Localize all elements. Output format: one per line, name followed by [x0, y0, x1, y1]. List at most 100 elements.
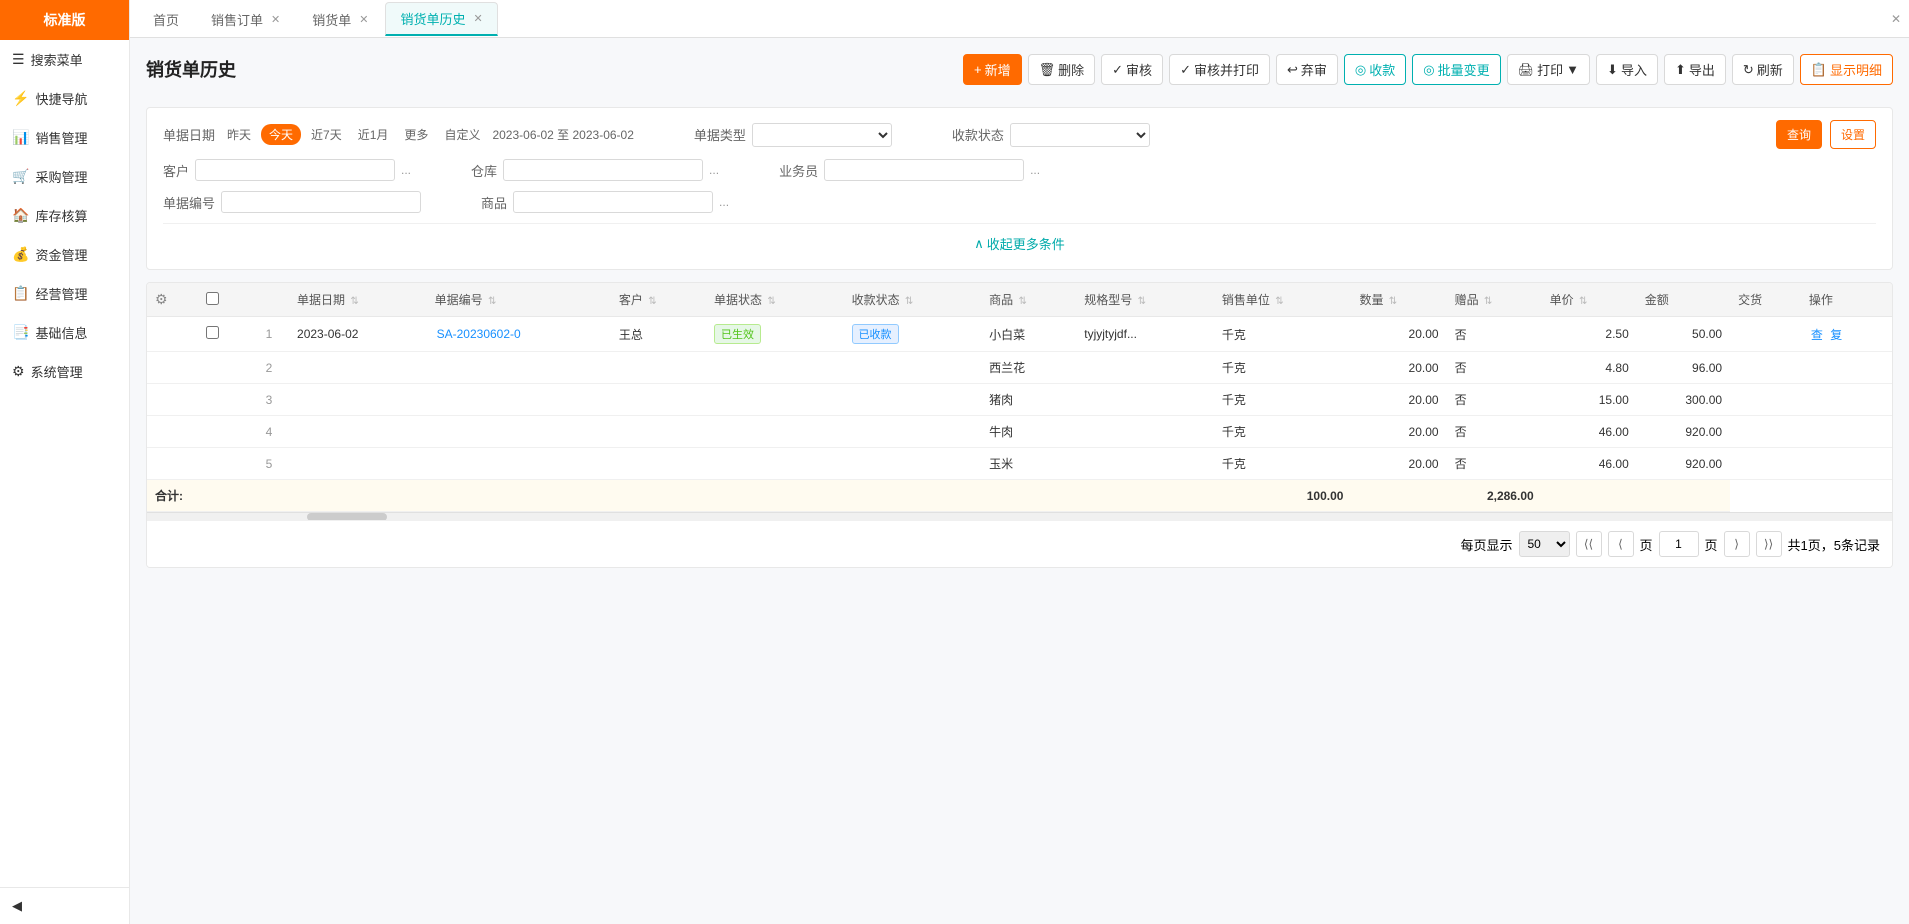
doc-number-input[interactable] — [221, 191, 421, 213]
date-btn-7days[interactable]: 近7天 — [305, 124, 348, 145]
salesperson-dots[interactable]: ... — [1030, 163, 1040, 177]
show-detail-button[interactable]: 📋 显示明细 — [1800, 54, 1893, 85]
row-actions — [1801, 352, 1892, 384]
refresh-button[interactable]: ↻ 刷新 — [1732, 54, 1794, 85]
th-checkbox[interactable] — [198, 283, 249, 317]
row-checkbox[interactable] — [198, 448, 249, 480]
row-select-checkbox[interactable] — [206, 326, 219, 339]
row-doc-number[interactable]: SA-20230602-0 — [427, 317, 611, 352]
audit-button[interactable]: ✓ 审核 — [1101, 54, 1163, 85]
search-menu-icon: ☰ — [12, 51, 25, 68]
prev-page-button[interactable]: ⟨ — [1608, 531, 1634, 557]
row-checkbox[interactable] — [198, 384, 249, 416]
th-settings[interactable]: ⚙ — [147, 283, 198, 317]
th-unit[interactable]: 销售单位 ⇅ — [1214, 283, 1352, 317]
row-gift: 否 — [1447, 352, 1542, 384]
sidebar-item-quick-nav[interactable]: ⚡ 快捷导航 — [0, 79, 129, 118]
goods-input[interactable] — [513, 191, 713, 213]
row-gift: 否 — [1447, 317, 1542, 352]
row-doc-number[interactable] — [427, 448, 611, 480]
th-spec[interactable]: 规格型号 ⇅ — [1076, 283, 1214, 317]
next-page-button[interactable]: ⟩ — [1724, 531, 1750, 557]
settings-button[interactable]: 设置 — [1830, 120, 1876, 149]
row-doc-number[interactable] — [427, 384, 611, 416]
tab-sales-delivery[interactable]: 销货单 ✕ — [297, 3, 383, 35]
date-btn-custom[interactable]: 自定义 — [438, 124, 486, 145]
batch-change-button[interactable]: ◎ 批量变更 — [1412, 54, 1500, 85]
date-btn-1month[interactable]: 近1月 — [352, 124, 395, 145]
sidebar-collapse-btn[interactable]: ◀ — [0, 888, 129, 924]
date-btn-yesterday[interactable]: 昨天 — [221, 124, 257, 145]
row-doc-number[interactable] — [427, 352, 611, 384]
table-row: 1 2023-06-02 SA-20230602-0 王总 已生效 已收款 小白… — [147, 317, 1892, 352]
close-all-tabs[interactable]: ✕ — [1891, 12, 1901, 26]
th-doc-date[interactable]: 单据日期 ⇅ — [289, 283, 427, 317]
delete-button[interactable]: 🗑 删除 — [1028, 54, 1096, 85]
sidebar-item-basic-info[interactable]: 📑 基础信息 — [0, 313, 129, 352]
th-gift[interactable]: 赠品 ⇅ — [1447, 283, 1542, 317]
show-detail-icon: 📋 — [1811, 62, 1827, 78]
row-checkbox[interactable] — [198, 416, 249, 448]
sidebar-item-search-menu[interactable]: ☰ 搜索菜单 — [0, 40, 129, 79]
audit-icon: ✓ — [1112, 62, 1123, 78]
customer-dots[interactable]: ... — [401, 163, 411, 177]
th-doc-status[interactable]: 单据状态 ⇅ — [706, 283, 844, 317]
collapse-icon: ∧ — [974, 236, 984, 252]
row-checkbox[interactable] — [198, 317, 249, 352]
salesperson-input[interactable] — [824, 159, 1024, 181]
print-button[interactable]: 🖨 打印 ▼ — [1507, 54, 1590, 85]
tab-sales-order-close[interactable]: ✕ — [271, 13, 280, 26]
add-button[interactable]: + 新增 — [963, 54, 1022, 85]
sidebar-item-sys-mgmt[interactable]: ⚙ 系统管理 — [0, 352, 129, 391]
sidebar-item-sales-mgmt[interactable]: 📊 销售管理 — [0, 118, 129, 157]
th-price[interactable]: 单价 ⇅ — [1542, 283, 1637, 317]
row-doc-date: 2023-06-02 — [289, 317, 427, 352]
page-number-input[interactable] — [1659, 531, 1699, 557]
action-link[interactable]: 查 — [1811, 328, 1823, 342]
sidebar-item-purchase-mgmt[interactable]: 🛒 采购管理 — [0, 157, 129, 196]
row-actions: 查 复 — [1801, 317, 1892, 352]
th-doc-number[interactable]: 单据编号 ⇅ — [427, 283, 611, 317]
table-row: 5 玉米 千克 20.00 否 46.00 920.00 — [147, 448, 1892, 480]
tab-sales-delivery-close[interactable]: ✕ — [359, 13, 368, 26]
row-doc-number[interactable] — [427, 416, 611, 448]
sidebar-item-inventory[interactable]: 🏠 库存核算 — [0, 196, 129, 235]
collapse-button[interactable]: ∧ 收起更多条件 — [163, 230, 1876, 257]
warehouse-dots[interactable]: ... — [709, 163, 719, 177]
action-link[interactable]: 复 — [1830, 328, 1842, 342]
horizontal-scrollbar[interactable] — [147, 512, 1892, 520]
date-btn-more[interactable]: 更多 — [398, 124, 434, 145]
page-content: 销货单历史 + 新增 🗑 删除 ✓ 审核 ✓ 审核并打印 — [130, 38, 1909, 924]
th-payment-status[interactable]: 收款状态 ⇅ — [844, 283, 982, 317]
per-page-select[interactable]: 50 100 — [1519, 531, 1570, 557]
collect-button[interactable]: ◎ 收款 — [1344, 54, 1406, 85]
sort-icon: ⇅ — [1138, 296, 1146, 307]
query-button[interactable]: 查询 — [1776, 120, 1822, 149]
last-page-button[interactable]: ⟩⟩ — [1756, 531, 1782, 557]
first-page-button[interactable]: ⟨⟨ — [1576, 531, 1602, 557]
row-checkbox[interactable] — [198, 352, 249, 384]
sidebar-item-operation[interactable]: 📋 经营管理 — [0, 274, 129, 313]
row-gift: 否 — [1447, 384, 1542, 416]
sidebar-item-finance[interactable]: 💰 资金管理 — [0, 235, 129, 274]
warehouse-input[interactable] — [503, 159, 703, 181]
tab-home[interactable]: 首页 — [138, 3, 194, 35]
tab-sales-history[interactable]: 销货单历史 ✕ — [385, 2, 497, 36]
audit-print-button[interactable]: ✓ 审核并打印 — [1169, 54, 1270, 85]
date-btn-today[interactable]: 今天 — [261, 124, 301, 145]
row-unit: 千克 — [1214, 384, 1352, 416]
abandon-button[interactable]: ↩ 弃审 — [1276, 54, 1338, 85]
summary-label: 合计: — [147, 480, 289, 512]
customer-input[interactable] — [195, 159, 395, 181]
th-customer[interactable]: 客户 ⇅ — [611, 283, 706, 317]
select-all-checkbox[interactable] — [206, 292, 219, 305]
import-button[interactable]: ⬇ 导入 — [1596, 54, 1658, 85]
doc-type-select[interactable] — [752, 123, 892, 147]
tab-sales-history-close[interactable]: ✕ — [474, 12, 483, 25]
goods-dots[interactable]: ... — [719, 195, 729, 209]
tab-sales-order[interactable]: 销售订单 ✕ — [196, 3, 295, 35]
th-qty[interactable]: 数量 ⇅ — [1351, 283, 1446, 317]
payment-status-select[interactable] — [1010, 123, 1150, 147]
export-button[interactable]: ⬆ 导出 — [1664, 54, 1726, 85]
th-goods[interactable]: 商品 ⇅ — [981, 283, 1076, 317]
